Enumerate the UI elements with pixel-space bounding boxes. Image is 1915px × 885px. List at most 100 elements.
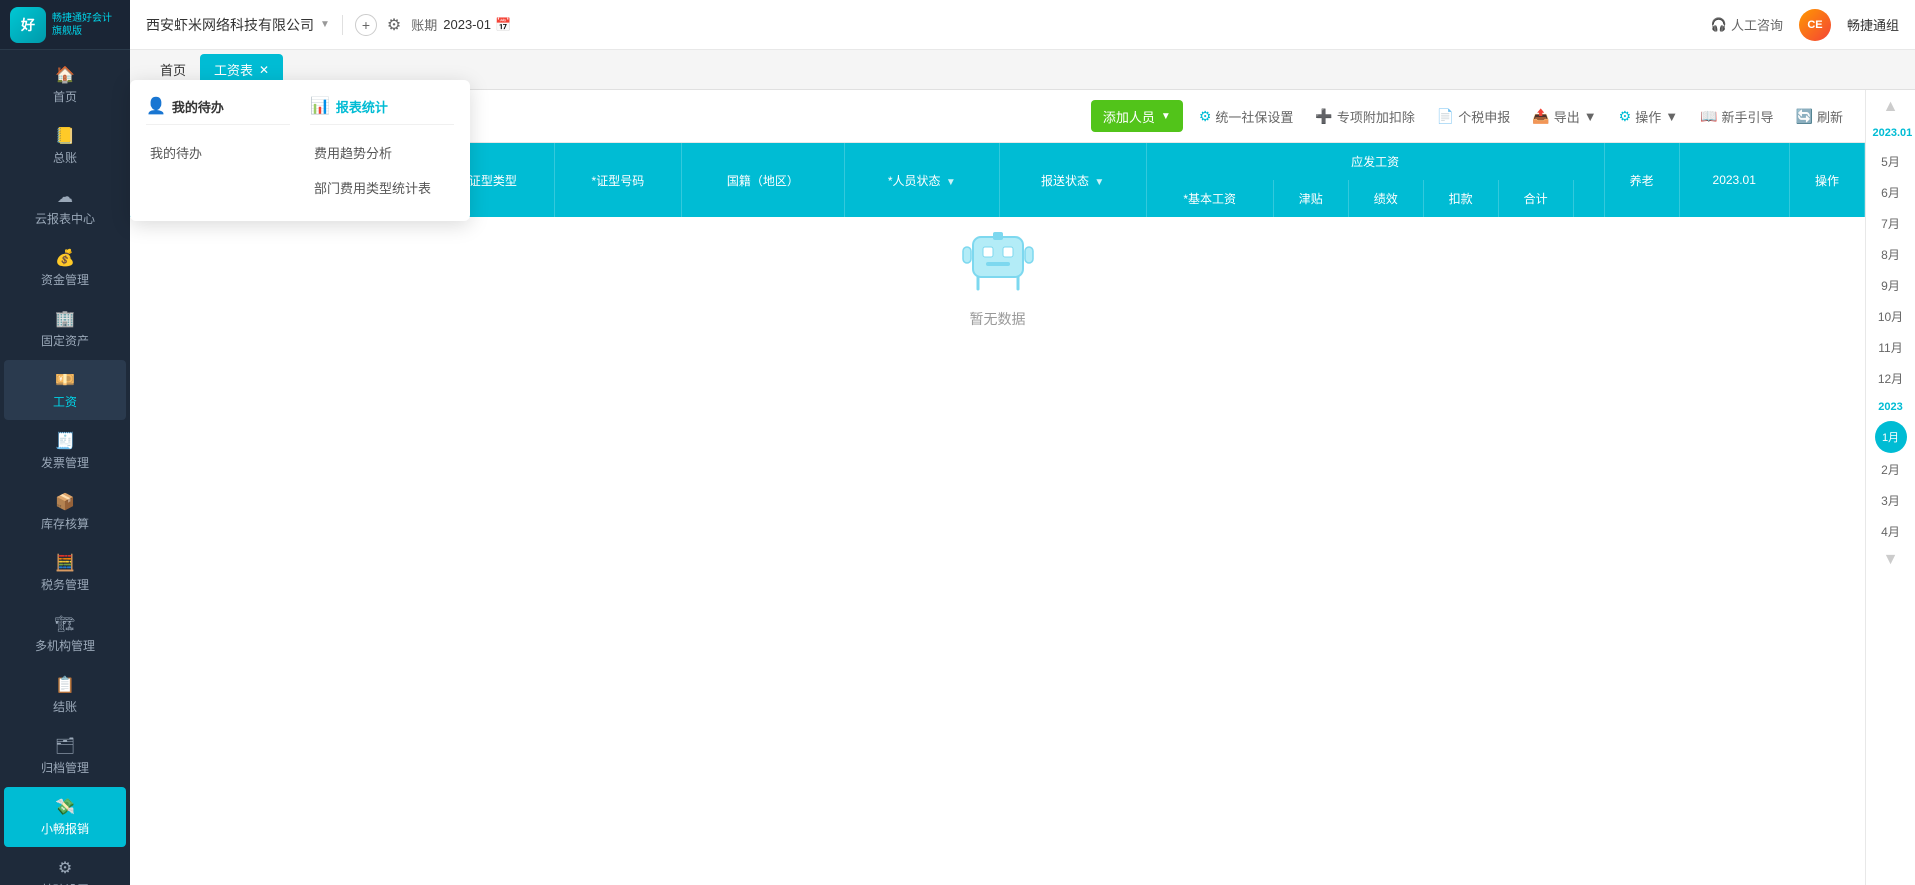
headset-icon: 🎧: [1711, 17, 1727, 33]
export-icon: 📤: [1532, 108, 1549, 125]
sidebar-item-basic[interactable]: ⚙ 基础设置: [4, 848, 126, 885]
th-bonus: 绩效: [1348, 180, 1423, 217]
nav-label-multiorg: 多机构管理: [35, 637, 95, 654]
popup-col-todo: 👤 我的待办 我的待办: [146, 96, 290, 205]
refresh-button[interactable]: 🔄 刷新: [1790, 107, 1849, 126]
month-item-12[interactable]: 12月: [1869, 364, 1913, 393]
logo: 好 畅捷通好会计 旗舰版: [0, 0, 130, 50]
month-item-8[interactable]: 8月: [1869, 240, 1913, 269]
closing-icon: 📋: [55, 675, 75, 695]
sidebar-item-home[interactable]: 🏠 首页: [4, 55, 126, 115]
operations-arrow: ▼: [1665, 109, 1678, 124]
month-item-10[interactable]: 10月: [1869, 302, 1913, 331]
basic-icon: ⚙: [58, 858, 72, 878]
new-guide-button[interactable]: 📖 新手引导: [1694, 107, 1779, 126]
th-operations: 操作: [1789, 143, 1864, 217]
nav-label-closing: 结账: [53, 698, 77, 715]
th-pension: 养老: [1604, 143, 1679, 217]
tab-salary-label: 工资表: [214, 60, 253, 79]
sidebar-item-closing[interactable]: 📋 结账: [4, 665, 126, 725]
company-selector[interactable]: 西安虾米网络科技有限公司 ▼: [146, 15, 330, 35]
nav-label-reports: 云报表中心: [35, 210, 95, 227]
sidebar-item-xiaochang[interactable]: 💸 小畅报销: [4, 787, 126, 847]
my-todo-item[interactable]: 我的待办: [146, 135, 290, 170]
service-button[interactable]: 🎧 人工咨询: [1711, 15, 1783, 34]
export-button[interactable]: 📤 导出 ▼: [1526, 107, 1602, 126]
sidebar-item-invoice[interactable]: 🧾 发票管理: [4, 421, 126, 481]
sidebar-item-tax[interactable]: 🧮 税务管理: [4, 543, 126, 603]
empty-state: 暂无数据: [130, 217, 1865, 329]
deduction-icon: ➕: [1315, 108, 1332, 125]
nav-label-ledger: 总账: [53, 149, 77, 166]
sidebar-item-salary[interactable]: 💴 工资: [4, 360, 126, 420]
month-item-4[interactable]: 4月: [1869, 517, 1913, 546]
th-salary-group: 应发工资: [1146, 143, 1604, 180]
month-item-3[interactable]: 3月: [1869, 486, 1913, 515]
guide-nav-label: 新手引导: [1722, 107, 1774, 126]
inventory-icon: 📦: [55, 492, 75, 512]
table-container: 工号 *姓名 ⇅ *部门 *证型类型: [130, 143, 1865, 885]
th-period: 2023.01: [1679, 143, 1789, 217]
settings-icon[interactable]: ⚙: [387, 15, 401, 35]
month-item-2[interactable]: 2月: [1869, 455, 1913, 484]
company-name: 西安虾米网络科技有限公司: [146, 15, 314, 35]
sidebar-item-reports[interactable]: ☁ 云报表中心: [4, 177, 126, 237]
empty-robot-icon: [958, 217, 1038, 297]
close-tab-icon[interactable]: ✕: [259, 63, 269, 77]
sidebar-item-archive[interactable]: 🗂 归档管理: [4, 726, 126, 786]
filter-status-icon[interactable]: ▼: [946, 177, 956, 188]
period-label: 账期: [411, 15, 437, 34]
social-settings-button[interactable]: ⚙ 统一社保设置: [1193, 107, 1300, 126]
th-pension-sub: [1573, 180, 1604, 217]
popup-col-stats-header: 📊 报表统计: [310, 96, 454, 125]
add-company-button[interactable]: +: [355, 14, 377, 36]
sidebar-item-ledger[interactable]: 📒 总账: [4, 116, 126, 176]
cost-trend-item[interactable]: 费用趋势分析: [310, 135, 454, 170]
th-id-number: *证型号码: [554, 143, 681, 217]
period-value[interactable]: 2023-01: [443, 17, 491, 32]
stats-header-icon: 📊: [310, 96, 330, 116]
filter-report-icon[interactable]: ▼: [1094, 177, 1104, 188]
social-icon: ⚙: [1199, 108, 1212, 125]
guide-nav-icon: 📖: [1700, 108, 1717, 125]
th-report-status: 报送状态 ▼: [999, 143, 1146, 217]
th-deduct: 扣款: [1423, 180, 1498, 217]
month-item-9[interactable]: 9月: [1869, 271, 1913, 300]
month-item-5[interactable]: 5月: [1869, 147, 1913, 176]
invoice-icon: 🧾: [55, 431, 75, 451]
popup-col-stats: 📊 报表统计 费用趋势分析 部门费用类型统计表: [310, 96, 454, 205]
year-2023-label: 2023: [1869, 395, 1913, 419]
sidebar: 好 畅捷通好会计 旗舰版 🏠 首页 📒 总账 ☁ 云报表中心 💰 资金管理: [0, 0, 130, 885]
add-staff-button[interactable]: 添加人员 ▼: [1091, 100, 1183, 132]
month-item-6[interactable]: 6月: [1869, 178, 1913, 207]
th-person-status: *人员状态 ▼: [844, 143, 999, 217]
month-nav-down-arrow[interactable]: ▼: [1879, 547, 1903, 573]
dept-cost-item[interactable]: 部门费用类型统计表: [310, 170, 454, 205]
username-label[interactable]: 畅捷通组: [1847, 15, 1899, 34]
sidebar-item-assets[interactable]: 🏢 固定资产: [4, 299, 126, 359]
nav-label-archive: 归档管理: [41, 759, 89, 776]
calendar-icon[interactable]: 📅: [495, 17, 511, 33]
top-bar: 西安虾米网络科技有限公司 ▼ + ⚙ 账期 2023-01 📅 🎧 人工咨询 C…: [130, 0, 1915, 50]
month-nav-up-arrow[interactable]: ▲: [1879, 94, 1903, 120]
tax-report-button[interactable]: 📄 个税申报: [1431, 107, 1516, 126]
social-label: 统一社保设置: [1215, 107, 1293, 126]
operations-button[interactable]: ⚙ 操作 ▼: [1613, 107, 1684, 126]
sidebar-item-funds[interactable]: 💰 资金管理: [4, 238, 126, 298]
month-item-1-active[interactable]: 1月: [1875, 421, 1907, 453]
nav-label-tax: 税务管理: [41, 576, 89, 593]
deduction-button[interactable]: ➕ 专项附加扣除: [1309, 107, 1420, 126]
sidebar-item-multiorg[interactable]: 🏗 多机构管理: [4, 604, 126, 664]
home-icon: 🏠: [55, 65, 75, 85]
month-item-7[interactable]: 7月: [1869, 209, 1913, 238]
multiorg-icon: 🏗: [55, 614, 75, 634]
month-item-11[interactable]: 11月: [1869, 333, 1913, 362]
tab-home-label: 首页: [160, 60, 186, 79]
archive-icon: 🗂: [55, 736, 75, 756]
refresh-label: 刷新: [1817, 107, 1843, 126]
nav-label-inventory: 库存核算: [41, 515, 89, 532]
tax-icon: 🧮: [55, 553, 75, 573]
operations-icon: ⚙: [1619, 108, 1632, 125]
sidebar-item-inventory[interactable]: 📦 库存核算: [4, 482, 126, 542]
add-staff-label: 添加人员: [1103, 107, 1155, 126]
